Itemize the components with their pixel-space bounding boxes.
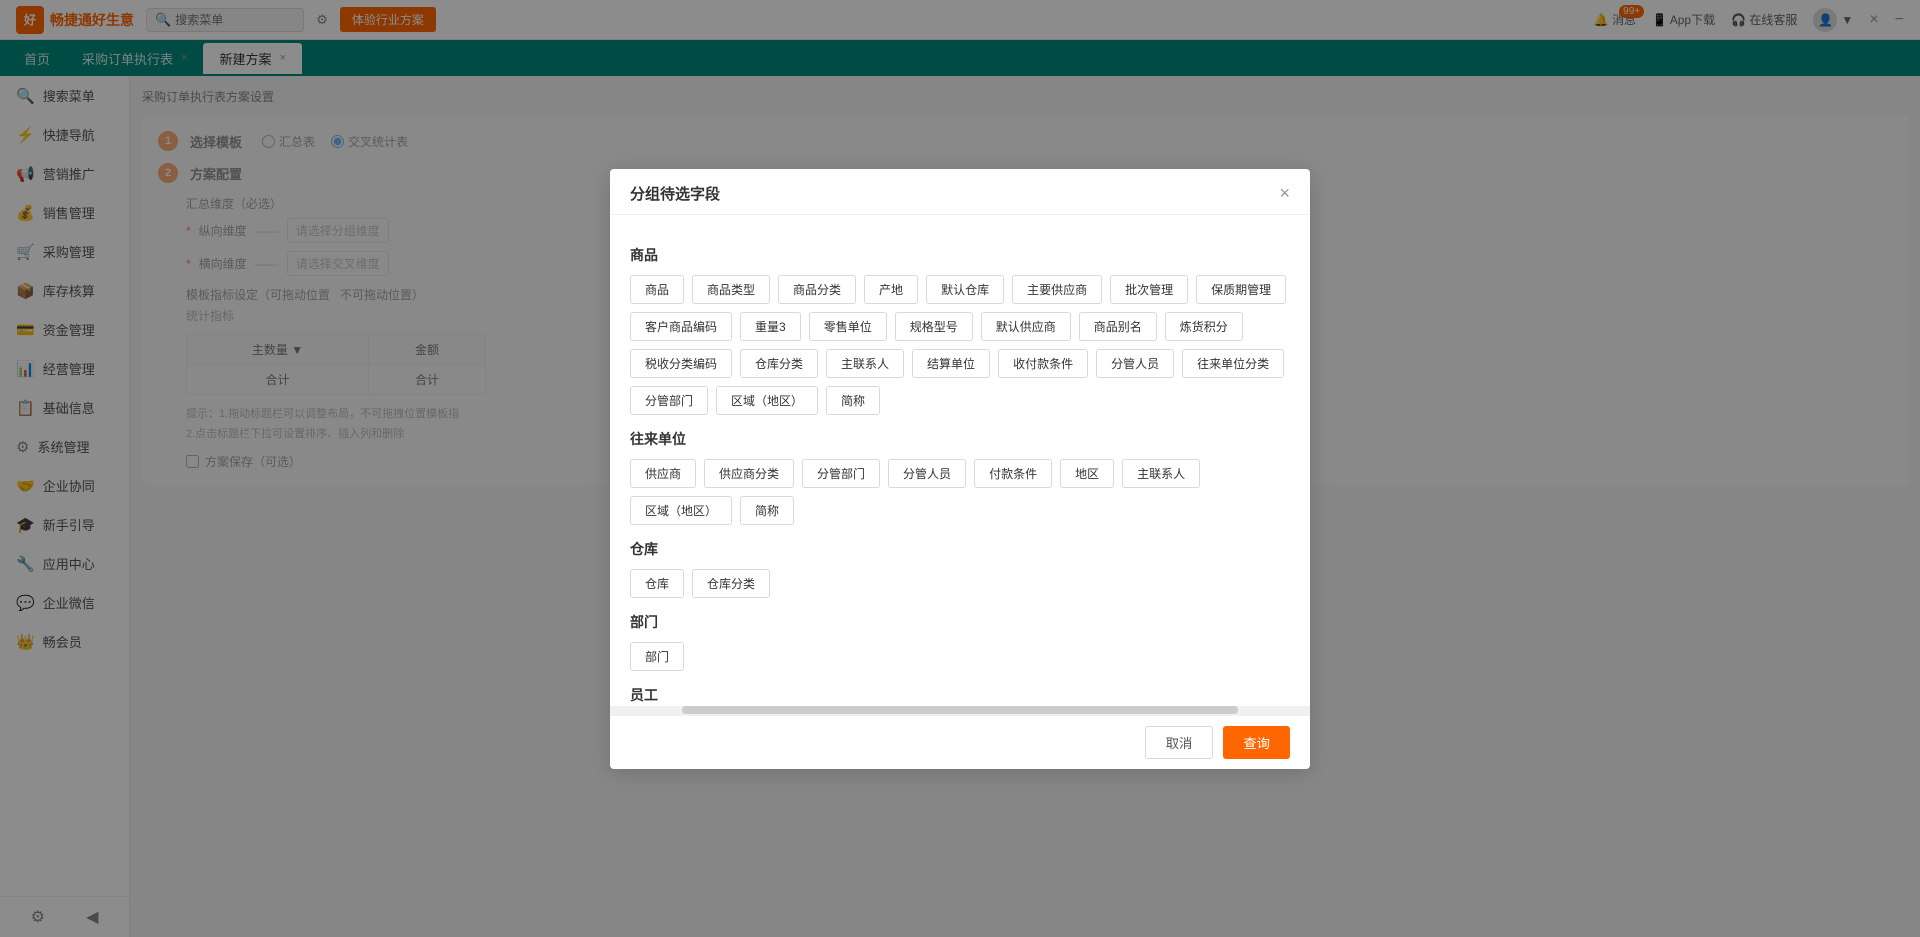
field-tag[interactable]: 税收分类编码 — [630, 349, 732, 378]
section-title-product: 商品 — [630, 245, 1290, 265]
modal-footer: 取消 查询 — [610, 715, 1310, 769]
field-tag[interactable]: 结算单位 — [912, 349, 990, 378]
field-tag[interactable]: 商品别名 — [1079, 312, 1157, 341]
field-tag[interactable]: 主联系人 — [1122, 459, 1200, 488]
field-tag[interactable]: 零售单位 — [809, 312, 887, 341]
field-tag[interactable]: 区域（地区） — [630, 496, 732, 525]
field-tag[interactable]: 简称 — [826, 386, 880, 415]
modal-overlay: 分组待选字段 × 商品 商品 商品类型 商品分类 产地 默认仓库 主要供应商 批… — [0, 0, 1920, 937]
field-tag[interactable]: 仓库 — [630, 569, 684, 598]
field-tag[interactable]: 分管人员 — [888, 459, 966, 488]
field-tag[interactable]: 商品分类 — [778, 275, 856, 304]
field-tag[interactable]: 往来单位分类 — [1182, 349, 1284, 378]
fields-grid-product: 商品 商品类型 商品分类 产地 默认仓库 主要供应商 批次管理 保质期管理 客户… — [630, 275, 1290, 415]
fields-grid-partner: 供应商 供应商分类 分管部门 分管人员 付款条件 地区 主联系人 区域（地区） … — [630, 459, 1290, 525]
field-tag[interactable]: 简称 — [740, 496, 794, 525]
field-tag[interactable]: 收付款条件 — [998, 349, 1088, 378]
field-tag[interactable]: 主要供应商 — [1012, 275, 1102, 304]
field-tag[interactable]: 批次管理 — [1110, 275, 1188, 304]
modal-close-button[interactable]: × — [1279, 183, 1290, 204]
modal-header: 分组待选字段 × — [610, 169, 1310, 215]
confirm-button[interactable]: 查询 — [1223, 726, 1290, 759]
field-tag[interactable]: 部门 — [630, 642, 684, 671]
section-title-employee: 员工 — [630, 685, 1290, 705]
field-tag[interactable]: 重量3 — [740, 312, 801, 341]
field-tag[interactable]: 规格型号 — [895, 312, 973, 341]
field-tag[interactable]: 仓库分类 — [692, 569, 770, 598]
field-tag[interactable]: 商品类型 — [692, 275, 770, 304]
field-tag[interactable]: 分管部门 — [802, 459, 880, 488]
field-tag[interactable]: 保质期管理 — [1196, 275, 1286, 304]
field-tag[interactable]: 仓库分类 — [740, 349, 818, 378]
modal-body: 商品 商品 商品类型 商品分类 产地 默认仓库 主要供应商 批次管理 保质期管理… — [610, 215, 1310, 706]
field-tag[interactable]: 区域（地区） — [716, 386, 818, 415]
section-title-department: 部门 — [630, 612, 1290, 632]
fields-grid-warehouse: 仓库 仓库分类 — [630, 569, 1290, 598]
field-tag[interactable]: 默认仓库 — [926, 275, 1004, 304]
fields-grid-department: 部门 — [630, 642, 1290, 671]
field-tag[interactable]: 地区 — [1060, 459, 1114, 488]
field-tag[interactable]: 产地 — [864, 275, 918, 304]
field-tag[interactable]: 商品 — [630, 275, 684, 304]
field-tag[interactable]: 供应商 — [630, 459, 696, 488]
section-title-warehouse: 仓库 — [630, 539, 1290, 559]
field-tag[interactable]: 主联系人 — [826, 349, 904, 378]
field-tag[interactable]: 默认供应商 — [981, 312, 1071, 341]
field-tag[interactable]: 炼货积分 — [1165, 312, 1243, 341]
modal-horizontal-scrollbar[interactable] — [610, 706, 1310, 715]
field-tag[interactable]: 分管部门 — [630, 386, 708, 415]
section-title-partner: 往来单位 — [630, 429, 1290, 449]
field-tag[interactable]: 付款条件 — [974, 459, 1052, 488]
field-tag[interactable]: 客户商品编码 — [630, 312, 732, 341]
field-tag[interactable]: 分管人员 — [1096, 349, 1174, 378]
field-tag[interactable]: 供应商分类 — [704, 459, 794, 488]
cancel-button[interactable]: 取消 — [1145, 726, 1214, 759]
modal-title: 分组待选字段 — [630, 183, 720, 204]
modal-dialog: 分组待选字段 × 商品 商品 商品类型 商品分类 产地 默认仓库 主要供应商 批… — [610, 169, 1310, 769]
